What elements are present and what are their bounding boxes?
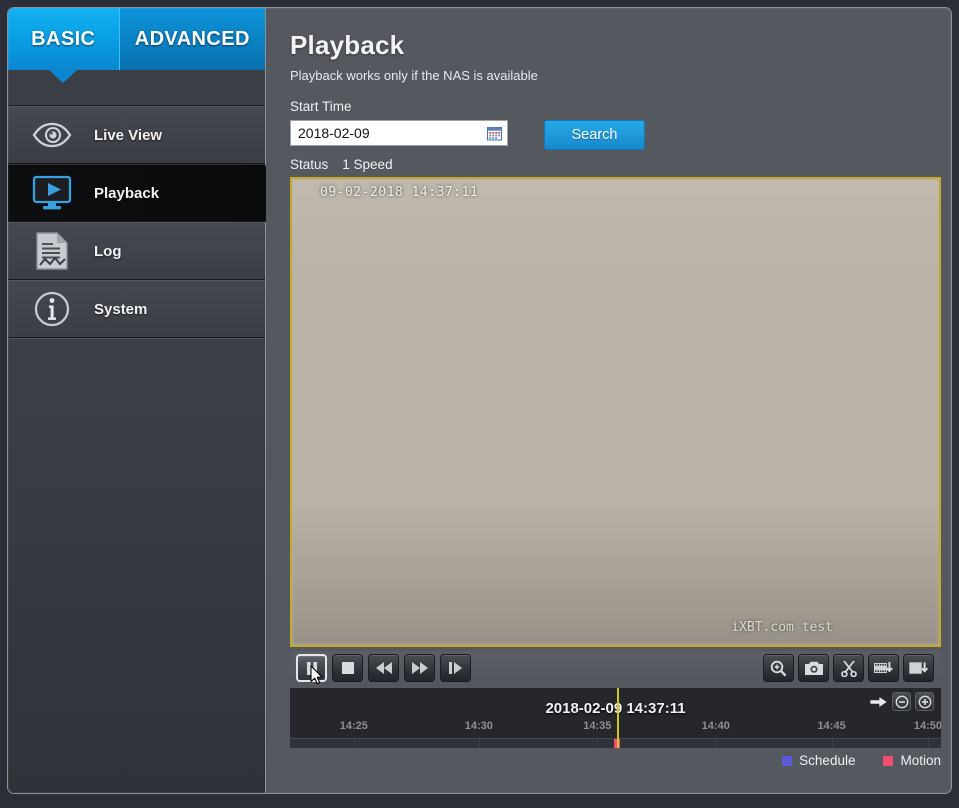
tab-basic-label: BASIC — [31, 27, 96, 50]
step-frame-button[interactable] — [440, 654, 471, 682]
tab-bar: BASIC ADVANCED — [8, 8, 265, 83]
document-chart-icon — [30, 231, 74, 271]
calendar-icon[interactable] — [487, 126, 502, 141]
sidebar-item-label: System — [94, 300, 148, 318]
timeline-gridline — [353, 739, 355, 748]
tab-advanced[interactable]: ADVANCED — [118, 8, 265, 70]
digital-zoom-button[interactable] — [763, 654, 794, 682]
search-button[interactable]: Search — [544, 120, 645, 150]
sidebar-empty-area — [8, 338, 265, 339]
start-date-input[interactable] — [291, 121, 507, 145]
timeline-zoom-in-button[interactable] — [915, 692, 934, 711]
sidebar-item-label: Log — [94, 242, 122, 260]
timeline-zoom-out-button[interactable] — [892, 692, 911, 711]
tab-advanced-label: ADVANCED — [134, 27, 250, 50]
fast-forward-button[interactable] — [404, 654, 435, 682]
sidebar-item-live-view[interactable]: Live View — [8, 106, 265, 164]
timeline-gridline — [715, 739, 717, 748]
timeline-gridline — [478, 739, 480, 748]
timeline-gridline — [927, 739, 929, 748]
timeline-track[interactable] — [290, 738, 941, 748]
sidebar-tab-gap — [8, 70, 265, 106]
timeline-current-time: 2018-02-09 14:37:11 — [545, 700, 686, 717]
file-download-button[interactable] — [903, 654, 934, 682]
snapshot-button[interactable] — [798, 654, 829, 682]
timeline-tick-labels: 14:25 14:30 14:35 14:40 14:45 14:50 — [290, 720, 941, 734]
legend-label: Schedule — [799, 753, 856, 768]
stop-button[interactable] — [332, 654, 363, 682]
info-circle-icon — [30, 289, 74, 329]
timeline-next-button[interactable] — [869, 692, 888, 711]
video-image — [292, 179, 939, 645]
timeline-gridline — [597, 739, 599, 748]
timeline-tick-label: 14:25 — [339, 720, 368, 732]
playback-timeline[interactable]: 2018-02-09 14:37:11 14:25 14:30 14:35 14:40… — [290, 688, 941, 748]
sidebar-item-system[interactable]: System — [8, 280, 265, 338]
sidebar-item-playback[interactable]: Playback — [8, 164, 282, 223]
video-watermark-overlay: iXBT.com test — [731, 620, 833, 635]
sidebar-item-label: Live View — [94, 126, 163, 144]
legend-label: Motion — [900, 753, 941, 768]
page-title: Playback — [290, 30, 405, 60]
eye-icon — [30, 115, 74, 155]
legend-swatch — [782, 755, 793, 766]
monitor-play-icon — [30, 173, 74, 213]
rewind-button[interactable] — [368, 654, 399, 682]
legend-swatch — [883, 755, 894, 766]
video-download-button[interactable] — [868, 654, 899, 682]
timeline-playhead[interactable] — [617, 688, 620, 748]
clip-cut-button[interactable] — [833, 654, 864, 682]
status-line: Status 1 Speed — [290, 157, 951, 172]
pause-button[interactable] — [296, 654, 327, 682]
timeline-buttons — [865, 692, 934, 711]
sidebar-item-label: Playback — [94, 184, 160, 202]
date-input-wrapper — [290, 120, 508, 146]
search-row: Search — [290, 120, 951, 150]
video-timestamp-overlay: 09-02-2018 14:37:11 — [320, 185, 479, 200]
sidebar: BASIC ADVANCED Live View Playback Log Sy… — [8, 8, 282, 793]
transport-controls — [296, 654, 476, 682]
timeline-gridline — [831, 739, 833, 748]
speed-label: 1 Speed — [342, 157, 393, 172]
tab-basic[interactable]: BASIC — [8, 8, 119, 83]
timeline-tick-label: 14:30 — [464, 720, 493, 732]
main-content: Playback Playback works only if the NAS … — [266, 8, 951, 793]
playback-control-bar — [290, 651, 941, 685]
application-window: BASIC ADVANCED Live View Playback Log Sy… — [7, 7, 952, 794]
timeline-tick-label: 14:50 — [913, 720, 941, 732]
sidebar-item-log[interactable]: Log — [8, 222, 265, 280]
legend-item: Schedule — [782, 753, 855, 768]
start-time-label: Start Time — [290, 99, 352, 114]
status-label: Status — [290, 157, 329, 172]
timeline-legend: Schedule Motion — [290, 753, 941, 768]
video-player[interactable]: 09-02-2018 14:37:11 iXBT.com test — [290, 177, 941, 647]
timeline-tick-label: 14:45 — [817, 720, 846, 732]
timeline-tick-label: 14:40 — [701, 720, 730, 732]
video-tools — [763, 654, 934, 682]
timeline-tick-label: 14:35 — [583, 720, 612, 732]
legend-item: Motion — [883, 753, 941, 768]
page-subtitle: Playback works only if the NAS is availa… — [290, 68, 538, 83]
